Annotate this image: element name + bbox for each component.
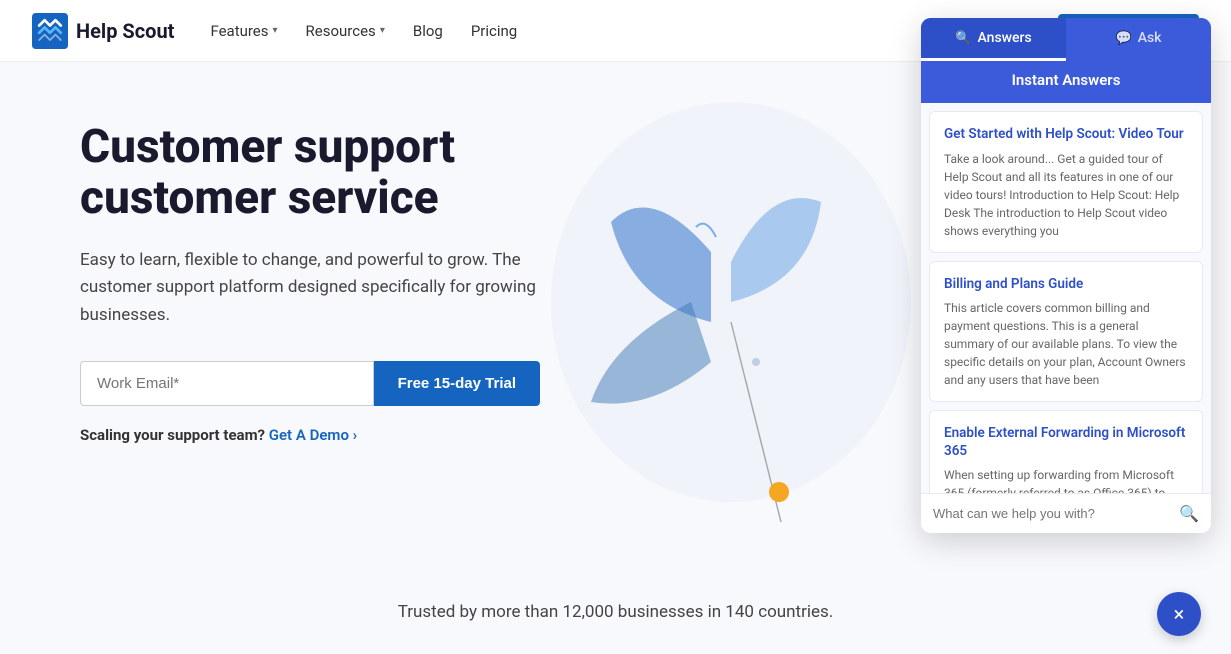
hero-content: Customer support customer service Easy t… — [80, 122, 640, 444]
trusted-text: Trusted by more than 12,000 businesses i… — [398, 602, 834, 622]
chat-article-0[interactable]: Get Started with Help Scout: Video Tour … — [929, 111, 1203, 253]
logo-link[interactable]: Help Scout — [32, 13, 174, 49]
hero-subtitle: Easy to learn, flexible to change, and p… — [80, 247, 560, 329]
chat-subheader: Instant Answers — [921, 61, 1211, 103]
chat-footer: 🔍 — [921, 493, 1211, 533]
chevron-down-icon: ▾ — [273, 25, 278, 36]
tab-answers[interactable]: 🔍 Answers — [921, 18, 1066, 61]
nav-links: Features ▾ Resources ▾ Blog Pricing — [210, 22, 517, 40]
chat-search-input[interactable] — [933, 506, 1171, 521]
chat-header: 🔍 Answers 💬 Ask Instant Answers — [921, 18, 1211, 103]
chat-widget: 🔍 Answers 💬 Ask Instant Answers Get Star… — [921, 18, 1211, 533]
hero-title: Customer support customer service — [80, 122, 640, 223]
article-title-1: Billing and Plans Guide — [944, 276, 1188, 294]
close-icon: × — [1174, 602, 1185, 626]
chat-close-button[interactable]: × — [1157, 592, 1201, 636]
search-icon: 🔍 — [1179, 504, 1199, 523]
email-form: Free 15-day Trial — [80, 361, 540, 406]
article-excerpt-0: Take a look around... Get a guided tour … — [944, 150, 1188, 240]
chevron-down-icon: ▾ — [380, 25, 385, 36]
email-input[interactable] — [80, 361, 374, 406]
nav-item-features[interactable]: Features ▾ — [210, 22, 277, 40]
nav-item-resources[interactable]: Resources ▾ — [306, 22, 385, 40]
article-title-2: Enable External Forwarding in Microsoft … — [944, 425, 1188, 460]
chat-article-2[interactable]: Enable External Forwarding in Microsoft … — [929, 410, 1203, 493]
get-demo-link[interactable]: Get A Demo › — [269, 426, 357, 444]
article-title-0: Get Started with Help Scout: Video Tour — [944, 126, 1188, 144]
nav-item-pricing[interactable]: Pricing — [471, 22, 517, 40]
nav-item-blog[interactable]: Blog — [413, 22, 443, 40]
chat-article-1[interactable]: Billing and Plans Guide This article cov… — [929, 261, 1203, 403]
logo-text: Help Scout — [76, 19, 174, 43]
logo-icon — [32, 13, 68, 49]
article-excerpt-1: This article covers common billing and p… — [944, 299, 1188, 389]
chat-body: Get Started with Help Scout: Video Tour … — [921, 103, 1211, 493]
demo-line: Scaling your support team? Get A Demo › — [80, 426, 640, 444]
free-trial-button[interactable]: Free 15-day Trial — [374, 361, 540, 406]
chat-icon: 💬 — [1116, 31, 1132, 46]
article-excerpt-2: When setting up forwarding from Microsof… — [944, 466, 1188, 493]
tab-ask[interactable]: 💬 Ask — [1066, 18, 1211, 61]
search-icon: 🔍 — [955, 31, 971, 46]
chat-tabs: 🔍 Answers 💬 Ask — [921, 18, 1211, 61]
